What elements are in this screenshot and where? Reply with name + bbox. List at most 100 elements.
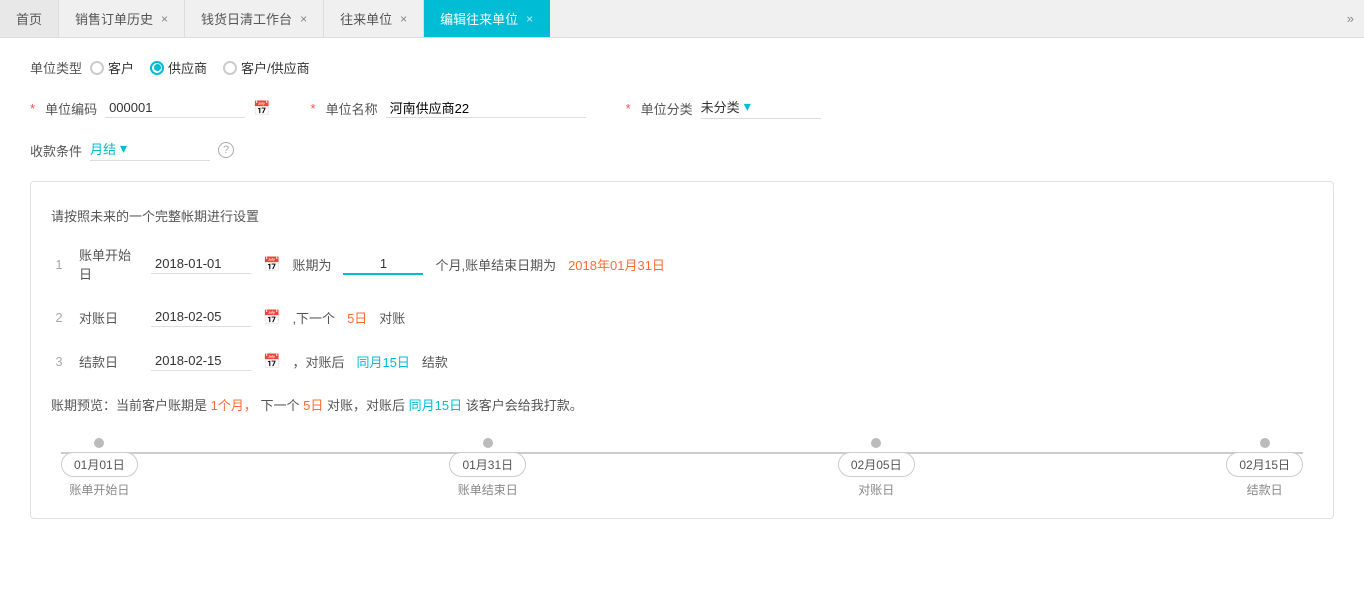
close-icon[interactable]: × bbox=[161, 13, 168, 25]
timeline-segment-3 bbox=[915, 467, 1227, 469]
period-before-label: 账期为 bbox=[292, 255, 331, 274]
timeline-sublabel-1: 账单开始日 bbox=[69, 481, 129, 498]
help-icon[interactable]: ? bbox=[218, 142, 234, 158]
tab-home[interactable]: 首页 bbox=[0, 0, 59, 37]
payment-row: 收款条件 月结 ▾ ? bbox=[30, 139, 1334, 161]
timeline-pill-1: 01月01日 bbox=[61, 452, 138, 477]
condition-row-2: 2 对账日 📅 ,下一个 5日 对账 bbox=[51, 307, 1313, 327]
close-icon[interactable]: × bbox=[300, 13, 307, 25]
preview-highlight1: 1个月， bbox=[211, 398, 257, 413]
tab-sales-history[interactable]: 销售订单历史 × bbox=[59, 0, 185, 37]
payment-note-prefix: ，对账后 bbox=[292, 352, 344, 371]
calendar-icon[interactable]: 📅 bbox=[253, 100, 270, 117]
tab-label: 销售订单历史 bbox=[75, 9, 153, 28]
required-star: * bbox=[626, 101, 631, 116]
timeline-node-1: 01月01日 账单开始日 bbox=[61, 438, 138, 498]
preview-section: 账期预览：当前客户账期是 1个月， 下一个 5日 对账，对账后 同月15日 该客… bbox=[51, 395, 1313, 414]
radio-group: 客户 供应商 客户/供应商 bbox=[90, 58, 310, 77]
timeline-pill-2: 01月31日 bbox=[449, 452, 526, 477]
payment-date-input[interactable] bbox=[151, 351, 251, 371]
tab-edit-partner[interactable]: 编辑往来单位 × bbox=[424, 0, 550, 37]
timeline-dot-4 bbox=[1260, 438, 1270, 448]
period-after-label: 个月,账单结束日期为 bbox=[435, 255, 556, 274]
radio-label-customer: 客户 bbox=[108, 58, 134, 77]
unit-code-field: * 单位编码 📅 bbox=[30, 98, 271, 118]
payment-note-highlight: 同月15日 bbox=[356, 352, 409, 371]
timeline-dot-1 bbox=[94, 438, 104, 448]
row-label-1: 账单开始日 bbox=[79, 245, 139, 283]
unit-name-input[interactable] bbox=[386, 98, 586, 118]
unit-category-label: 单位分类 bbox=[641, 99, 693, 118]
condition-box: 请按照未来的一个完整帐期进行设置 1 账单开始日 📅 账期为 个月,账单结束日期… bbox=[30, 181, 1334, 519]
preview-middle1: 下一个 bbox=[261, 398, 300, 413]
unit-name-field: * 单位名称 bbox=[311, 98, 586, 118]
unit-type-label: 单位类型 bbox=[30, 58, 82, 77]
timeline-sublabel-4: 结款日 bbox=[1247, 481, 1283, 498]
calendar-icon-2[interactable]: 📅 bbox=[263, 309, 280, 326]
payment-field: 收款条件 月结 ▾ ? bbox=[30, 139, 234, 161]
row-number-2: 2 bbox=[51, 310, 67, 325]
close-icon[interactable]: × bbox=[400, 13, 407, 25]
timeline-pill-4: 02月15日 bbox=[1226, 452, 1303, 477]
timeline-line bbox=[61, 452, 1303, 454]
unit-code-input[interactable] bbox=[105, 98, 245, 118]
unit-code-label: 单位编码 bbox=[45, 99, 97, 118]
row-label-3: 结款日 bbox=[79, 352, 139, 371]
row-label-2: 对账日 bbox=[79, 308, 139, 327]
timeline-sublabel-3: 对账日 bbox=[858, 481, 894, 498]
row-number-3: 3 bbox=[51, 354, 67, 369]
unit-category-field: * 单位分类 未分类 ▾ bbox=[626, 97, 821, 119]
tab-cash-work[interactable]: 钱货日清工作台 × bbox=[185, 0, 324, 37]
condition-row-1: 1 账单开始日 📅 账期为 个月,账单结束日期为 2018年01月31日 bbox=[51, 245, 1313, 283]
unit-category-value: 未分类 bbox=[701, 97, 740, 116]
condition-row-3: 3 结款日 📅 ，对账后 同月15日 结款 bbox=[51, 351, 1313, 371]
timeline-node-2: 01月31日 账单结束日 bbox=[449, 438, 526, 498]
timeline-sublabel-2: 账单结束日 bbox=[458, 481, 518, 498]
reconcile-note-suffix: 对账 bbox=[379, 308, 405, 327]
row-number-1: 1 bbox=[51, 257, 67, 272]
period-input[interactable] bbox=[343, 254, 423, 275]
tab-label: 钱货日清工作台 bbox=[201, 9, 292, 28]
calendar-icon-1[interactable]: 📅 bbox=[263, 256, 280, 273]
tab-expand-button[interactable]: » bbox=[1337, 0, 1364, 37]
timeline-dot-3 bbox=[871, 438, 881, 448]
unit-name-label: 单位名称 bbox=[326, 99, 378, 118]
preview-highlight3: 同月15日 bbox=[409, 398, 462, 413]
tab-bar: 首页 销售订单历史 × 钱货日清工作台 × 往来单位 × 编辑往来单位 × » bbox=[0, 0, 1364, 38]
timeline-segment-1 bbox=[138, 467, 450, 469]
preview-suffix: 该客户会给我打款。 bbox=[466, 398, 583, 413]
tab-label: 往来单位 bbox=[340, 9, 392, 28]
close-icon[interactable]: × bbox=[526, 13, 533, 25]
radio-circle-both bbox=[223, 61, 237, 75]
radio-label-supplier: 供应商 bbox=[168, 58, 207, 77]
radio-both[interactable]: 客户/供应商 bbox=[223, 58, 310, 77]
radio-label-both: 客户/供应商 bbox=[241, 58, 310, 77]
payment-select[interactable]: 月结 ▾ bbox=[90, 139, 210, 161]
timeline-dot-2 bbox=[483, 438, 493, 448]
radio-circle-customer bbox=[90, 61, 104, 75]
main-content: 单位类型 客户 供应商 客户/供应商 * 单位编码 bbox=[0, 38, 1364, 608]
required-star: * bbox=[311, 101, 316, 116]
reconcile-date-input[interactable] bbox=[151, 307, 251, 327]
tab-partner[interactable]: 往来单位 × bbox=[324, 0, 424, 37]
start-date-input[interactable] bbox=[151, 254, 251, 274]
unit-type-row: 单位类型 客户 供应商 客户/供应商 bbox=[30, 58, 1334, 77]
radio-supplier[interactable]: 供应商 bbox=[150, 58, 207, 77]
chevron-down-icon: ▾ bbox=[744, 98, 751, 115]
payment-label: 收款条件 bbox=[30, 141, 82, 160]
timeline: 01月01日 账单开始日 01月31日 账单结束日 02月05日 bbox=[51, 438, 1313, 498]
reconcile-note-prefix: ,下一个 bbox=[292, 308, 335, 327]
tab-label: 编辑往来单位 bbox=[440, 9, 518, 28]
radio-circle-supplier bbox=[150, 61, 164, 75]
payment-note-suffix: 结款 bbox=[422, 352, 448, 371]
unit-type-field: 单位类型 客户 供应商 客户/供应商 bbox=[30, 58, 310, 77]
radio-customer[interactable]: 客户 bbox=[90, 58, 134, 77]
condition-title: 请按照未来的一个完整帐期进行设置 bbox=[51, 206, 1313, 225]
calendar-icon-3[interactable]: 📅 bbox=[263, 353, 280, 370]
expand-icon: » bbox=[1347, 11, 1354, 26]
timeline-node-3: 02月05日 对账日 bbox=[838, 438, 915, 498]
unit-category-select[interactable]: 未分类 ▾ bbox=[701, 97, 821, 119]
preview-prefix: 账期预览：当前客户账期是 bbox=[51, 398, 207, 413]
payment-value: 月结 bbox=[90, 139, 116, 158]
timeline-pill-3: 02月05日 bbox=[838, 452, 915, 477]
